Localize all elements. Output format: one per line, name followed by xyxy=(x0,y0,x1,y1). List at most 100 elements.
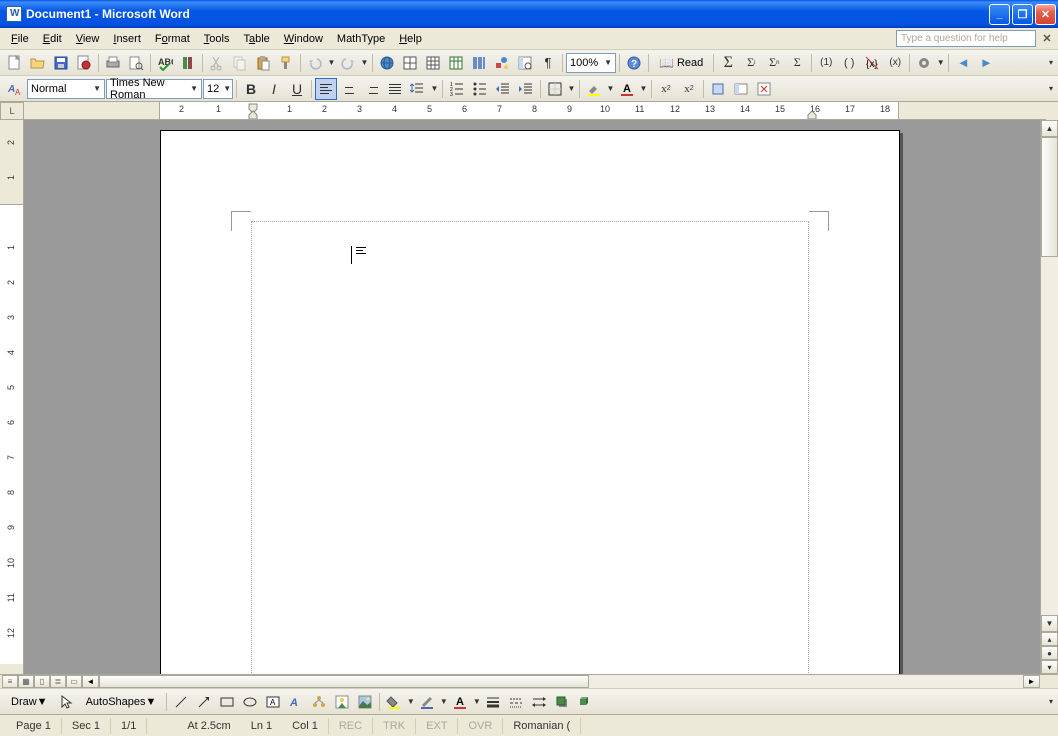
print-preview-button[interactable] xyxy=(125,52,147,74)
style-combo[interactable]: Normal▼ xyxy=(27,79,105,99)
help-button[interactable]: ? xyxy=(623,52,645,74)
dash-style-button[interactable] xyxy=(505,691,527,713)
math-dropdown[interactable]: ▼ xyxy=(936,58,945,67)
document-viewport[interactable] xyxy=(24,120,1040,674)
underline-button[interactable]: U xyxy=(286,78,308,100)
scroll-left-button[interactable]: ◄ xyxy=(82,675,99,688)
line-spacing-dropdown[interactable]: ▼ xyxy=(430,84,439,93)
styles-pane-button[interactable]: AA xyxy=(4,78,26,100)
decrease-indent-button[interactable] xyxy=(492,78,514,100)
math-settings-button[interactable] xyxy=(913,52,935,74)
extra2-button[interactable] xyxy=(730,78,752,100)
scroll-right-button[interactable]: ► xyxy=(1023,675,1040,688)
borders-dropdown[interactable]: ▼ xyxy=(567,84,576,93)
paren-num-button[interactable]: (1) xyxy=(815,52,837,74)
menu-table[interactable]: Table xyxy=(236,31,276,47)
menu-file[interactable]: File xyxy=(4,31,36,47)
close-doc-button[interactable]: ✕ xyxy=(1040,32,1054,46)
insert-table-button[interactable] xyxy=(422,52,444,74)
format-painter-button[interactable] xyxy=(275,52,297,74)
numbering-button[interactable]: 123 xyxy=(446,78,468,100)
undo-dropdown[interactable]: ▼ xyxy=(327,58,336,67)
extra3-button[interactable] xyxy=(753,78,775,100)
copy-button[interactable] xyxy=(229,52,251,74)
bold-button[interactable]: B xyxy=(240,78,262,100)
line-style-button[interactable] xyxy=(482,691,504,713)
subscript-button[interactable]: x2 xyxy=(678,78,700,100)
read-button[interactable]: 📖Read xyxy=(652,52,710,74)
tab-selector[interactable]: L xyxy=(0,102,24,120)
next-page-button[interactable]: ▾ xyxy=(1041,660,1058,674)
shadow-button[interactable] xyxy=(551,691,573,713)
align-justify-button[interactable] xyxy=(384,78,406,100)
drawing-toolbar-button[interactable] xyxy=(491,52,513,74)
vertical-scrollbar[interactable]: ▲ ▼ ▴ ● ▾ xyxy=(1040,120,1058,674)
redo-dropdown[interactable]: ▼ xyxy=(360,58,369,67)
cut-button[interactable] xyxy=(206,52,228,74)
print-button[interactable] xyxy=(102,52,124,74)
line-color-dropdown[interactable]: ▼ xyxy=(439,697,448,706)
save-button[interactable] xyxy=(50,52,72,74)
wordart-button[interactable]: A xyxy=(285,691,307,713)
italic-button[interactable]: I xyxy=(263,78,285,100)
line-color-button[interactable] xyxy=(416,691,438,713)
menu-mathtype[interactable]: MathType xyxy=(330,31,392,47)
scroll-track[interactable] xyxy=(1041,137,1058,615)
diagram-button[interactable] xyxy=(308,691,330,713)
select-objects-button[interactable] xyxy=(56,691,78,713)
hscroll-thumb[interactable] xyxy=(99,675,589,688)
scroll-down-button[interactable]: ▼ xyxy=(1041,615,1058,632)
brackets-strike-button[interactable]: {x} xyxy=(861,52,883,74)
superscript-button[interactable]: x2 xyxy=(655,78,677,100)
maximize-button[interactable]: ❐ xyxy=(1012,4,1033,25)
spelling-button[interactable]: ABC xyxy=(154,52,176,74)
arrow-button[interactable] xyxy=(193,691,215,713)
normal-view-button[interactable]: ≡ xyxy=(2,675,18,688)
vertical-ruler[interactable]: 2 1 1 2 3 4 5 6 7 8 9 10 11 12 xyxy=(0,120,23,674)
sigma-sup-button[interactable]: Σn xyxy=(763,52,785,74)
outline-view-button[interactable]: ≣ xyxy=(50,675,66,688)
3d-button[interactable] xyxy=(574,691,596,713)
autoshapes-button[interactable]: AutoShapes ▼ xyxy=(79,692,164,712)
increase-indent-button[interactable] xyxy=(515,78,537,100)
show-formatting-button[interactable]: ¶ xyxy=(537,52,559,74)
doc-map-button[interactable] xyxy=(514,52,536,74)
scroll-thumb[interactable] xyxy=(1041,137,1058,257)
menu-view[interactable]: View xyxy=(69,31,107,47)
research-button[interactable] xyxy=(177,52,199,74)
font-size-combo[interactable]: 12▼ xyxy=(203,79,233,99)
help-search-input[interactable]: Type a question for help xyxy=(896,30,1036,47)
menu-format[interactable]: Format xyxy=(148,31,197,47)
page[interactable] xyxy=(160,130,900,674)
draw-menu-button[interactable]: Draw ▼ xyxy=(4,692,55,712)
fill-dropdown[interactable]: ▼ xyxy=(406,697,415,706)
borders-button[interactable] xyxy=(544,78,566,100)
toolbar2-options[interactable]: ▾ xyxy=(1048,78,1054,100)
highlight-button[interactable] xyxy=(583,78,605,100)
parens2-button[interactable]: (x) xyxy=(884,52,906,74)
sigma-sub-button[interactable]: Σi xyxy=(740,52,762,74)
font-combo[interactable]: Times New Roman▼ xyxy=(106,79,202,99)
prev-page-button[interactable]: ▴ xyxy=(1041,632,1058,646)
undo-button[interactable] xyxy=(304,52,326,74)
menu-insert[interactable]: Insert xyxy=(106,31,148,47)
horizontal-scrollbar[interactable]: ◄ ► xyxy=(82,675,1040,688)
arrow-style-button[interactable] xyxy=(528,691,550,713)
align-left-button[interactable] xyxy=(315,78,337,100)
paren-button[interactable]: ( ) xyxy=(838,52,860,74)
bullets-button[interactable] xyxy=(469,78,491,100)
sigma-button[interactable]: Σ xyxy=(717,52,739,74)
close-button[interactable]: ✕ xyxy=(1035,4,1056,25)
align-center-button[interactable] xyxy=(338,78,360,100)
picture-button[interactable] xyxy=(354,691,376,713)
font-color-button[interactable]: A xyxy=(616,78,638,100)
nav-back-button[interactable]: ◄ xyxy=(952,52,974,74)
toolbar-options[interactable]: ▾ xyxy=(1048,52,1054,74)
line-button[interactable] xyxy=(170,691,192,713)
paste-button[interactable] xyxy=(252,52,274,74)
tables-borders-button[interactable] xyxy=(399,52,421,74)
web-view-button[interactable]: ▦ xyxy=(18,675,34,688)
menu-tools[interactable]: Tools xyxy=(197,31,237,47)
browse-object-button[interactable]: ● xyxy=(1041,646,1058,660)
rectangle-button[interactable] xyxy=(216,691,238,713)
